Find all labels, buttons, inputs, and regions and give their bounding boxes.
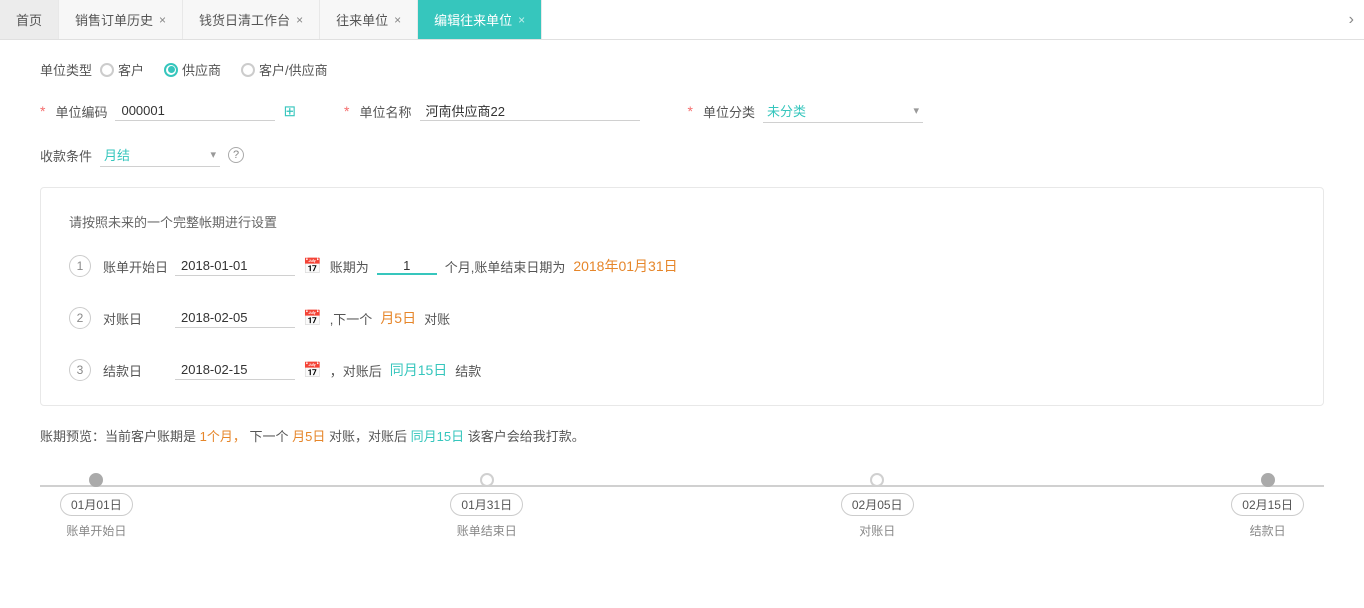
timeline-label-1: 账单结束日	[457, 522, 517, 539]
step-1-period-suffix-pre: 个月,账单结束日期为	[445, 257, 566, 276]
tab-close-partners[interactable]: ×	[394, 13, 401, 27]
timeline-nodes: 01月01日 账单开始日 01月31日 账单结束日 02月05日 对账日 02月…	[60, 473, 1304, 539]
timeline-badge-2: 02月05日	[841, 493, 914, 516]
preview-payment-highlight: 同月15日	[411, 429, 464, 444]
tab-close-sales-history[interactable]: ×	[159, 13, 166, 27]
payment-terms-value: 月结	[104, 145, 210, 164]
step-2-date-input[interactable]	[175, 308, 295, 328]
step-1-date-input[interactable]	[175, 256, 295, 276]
step-2-num: 2	[69, 307, 91, 329]
step-3-label: 结款日	[103, 361, 163, 380]
radio-circle-both	[241, 63, 255, 77]
payment-terms-arrow-icon: ▾	[210, 148, 216, 161]
tab-cash-work[interactable]: 钱货日清工作台 ×	[183, 0, 320, 39]
star-name: *	[344, 103, 349, 119]
step-1-content: 📅 账期为 个月,账单结束日期为 2018年01月31日	[175, 256, 1295, 276]
unit-code-icon[interactable]: ⊞	[283, 102, 296, 120]
preview-reconcile-pre: 下一个	[250, 429, 289, 444]
tab-home[interactable]: 首页	[0, 0, 59, 39]
timeline-label-2: 对账日	[859, 522, 895, 539]
tab-sales-history[interactable]: 销售订单历史 ×	[59, 0, 183, 39]
unit-type-label: 单位类型	[40, 60, 92, 79]
step-1-period-label: 账期为	[330, 257, 369, 276]
step-3-text-pre: ，对账后	[330, 361, 382, 380]
step-2-text-post: 对账	[424, 309, 450, 328]
star-category: *	[688, 103, 693, 119]
step-2-content: 📅 ,下一个 月5日 对账	[175, 308, 1295, 328]
unit-category-label: 单位分类	[703, 102, 755, 121]
preview-text: 账期预览：当前客户账期是 1个月， 下一个 月5日 对账，对账后 同月15日 该…	[40, 426, 1324, 445]
tab-partners[interactable]: 往来单位 ×	[320, 0, 418, 39]
unit-code-input[interactable]	[115, 101, 275, 121]
step-2-calendar-icon[interactable]: 📅	[303, 309, 322, 327]
step-1-period-input[interactable]	[377, 258, 437, 275]
timeline-label-3: 结款日	[1250, 522, 1286, 539]
tab-scroll-arrow[interactable]: ›	[1339, 0, 1364, 39]
step-3-calendar-icon[interactable]: 📅	[303, 361, 322, 379]
unit-name-input[interactable]	[420, 101, 640, 121]
radio-circle-supplier	[164, 63, 178, 77]
preview-payment-post: 该客户会给我打款。	[468, 429, 585, 444]
main-content: 单位类型 客户 供应商 客户/供应商 * 单位编码 ⊞ * 单位名称	[0, 40, 1364, 608]
preview-label: 账期预览：当前客户账期是	[40, 429, 196, 444]
step-2-row: 2 对账日 📅 ,下一个 月5日 对账	[69, 307, 1295, 329]
card-title: 请按照未来的一个完整帐期进行设置	[69, 212, 1295, 231]
timeline-node-0: 01月01日 账单开始日	[60, 473, 133, 539]
step-3-content: 📅 ，对账后 同月15日 结款	[175, 360, 1295, 380]
payment-terms-label: 收款条件	[40, 146, 92, 165]
step-3-row: 3 结款日 📅 ，对账后 同月15日 结款	[69, 359, 1295, 381]
step-2-label: 对账日	[103, 309, 163, 328]
timeline-node-3: 02月15日 结款日	[1231, 473, 1304, 539]
timeline-badge-1: 01月31日	[450, 493, 523, 516]
radio-circle-customer	[100, 63, 114, 77]
unit-info-row: * 单位编码 ⊞ * 单位名称 * 单位分类 未分类 ▾	[40, 99, 1324, 123]
timeline: 01月01日 账单开始日 01月31日 账单结束日 02月05日 对账日 02月…	[40, 473, 1324, 539]
period-settings-card: 请按照未来的一个完整帐期进行设置 1 账单开始日 📅 账期为 个月,账单结束日期…	[40, 187, 1324, 406]
timeline-dot-0	[89, 473, 103, 487]
step-1-num: 1	[69, 255, 91, 277]
step-3-num: 3	[69, 359, 91, 381]
preview-reconcile-post: 对账，对账后	[329, 429, 407, 444]
preview-reconcile-highlight: 月5日	[292, 429, 325, 444]
radio-supplier[interactable]: 供应商	[164, 60, 221, 79]
star-code: *	[40, 103, 45, 119]
timeline-node-1: 01月31日 账单结束日	[450, 473, 523, 539]
step-3-highlight: 同月15日	[390, 360, 448, 380]
unit-category-select[interactable]: 未分类 ▾	[763, 99, 923, 123]
timeline-dot-2	[870, 473, 884, 487]
unit-name-label: 单位名称	[360, 102, 412, 121]
tab-close-cash-work[interactable]: ×	[296, 13, 303, 27]
step-1-label: 账单开始日	[103, 257, 163, 276]
step-1-calendar-icon[interactable]: 📅	[303, 257, 322, 275]
unit-type-row: 单位类型 客户 供应商 客户/供应商	[40, 60, 1324, 79]
unit-code-label: 单位编码	[55, 102, 107, 121]
step-1-end-date: 2018年01月31日	[573, 256, 677, 276]
payment-terms-row: 收款条件 月结 ▾ ?	[40, 143, 1324, 167]
tab-bar: 首页 销售订单历史 × 钱货日清工作台 × 往来单位 × 编辑往来单位 × ›	[0, 0, 1364, 40]
step-2-text-pre: ,下一个	[330, 309, 373, 328]
step-3-text-post: 结款	[455, 361, 481, 380]
help-icon[interactable]: ?	[228, 147, 244, 163]
radio-both[interactable]: 客户/供应商	[241, 60, 328, 79]
payment-terms-select[interactable]: 月结 ▾	[100, 143, 220, 167]
tab-edit-partner[interactable]: 编辑往来单位 ×	[418, 0, 542, 39]
timeline-node-2: 02月05日 对账日	[841, 473, 914, 539]
step-1-row: 1 账单开始日 📅 账期为 个月,账单结束日期为 2018年01月31日	[69, 255, 1295, 277]
timeline-dot-1	[480, 473, 494, 487]
unit-type-radio-group: 客户 供应商 客户/供应商	[100, 60, 328, 79]
preview-period: 1个月，	[200, 429, 246, 444]
radio-dot-supplier	[168, 66, 175, 73]
unit-category-value: 未分类	[767, 101, 913, 120]
step-3-date-input[interactable]	[175, 360, 295, 380]
tab-close-edit-partner[interactable]: ×	[518, 13, 525, 27]
unit-category-arrow-icon: ▾	[913, 104, 919, 117]
radio-customer[interactable]: 客户	[100, 60, 144, 79]
timeline-dot-3	[1261, 473, 1275, 487]
timeline-badge-0: 01月01日	[60, 493, 133, 516]
timeline-badge-3: 02月15日	[1231, 493, 1304, 516]
step-2-highlight: 月5日	[380, 308, 416, 328]
timeline-label-0: 账单开始日	[66, 522, 126, 539]
